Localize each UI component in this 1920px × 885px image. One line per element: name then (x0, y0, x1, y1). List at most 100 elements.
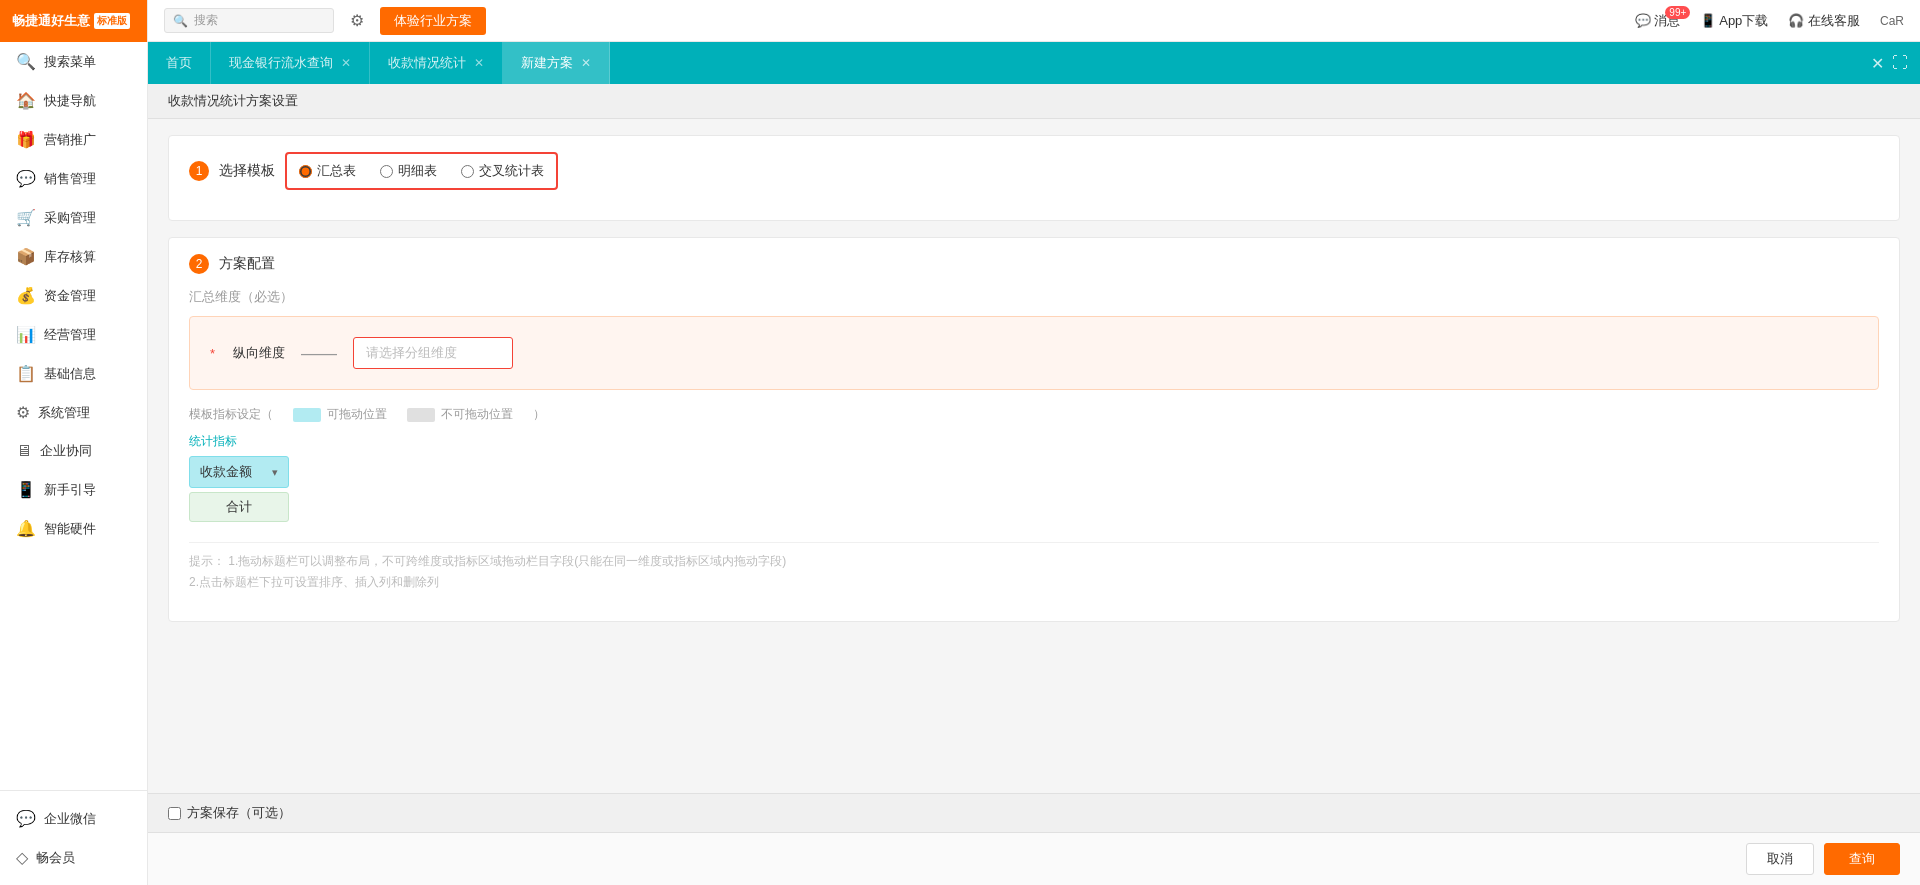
radio-summary-label: 汇总表 (317, 162, 356, 180)
hardware-icon: 🔔 (16, 519, 36, 538)
sidebar-item-quick-nav[interactable]: 🏠 快捷导航 (0, 81, 147, 120)
tab-collection-stat-close[interactable]: ✕ (474, 56, 484, 70)
radio-detail-input[interactable] (380, 165, 393, 178)
sidebar-item-enterprise[interactable]: 🖥 企业协同 (0, 432, 147, 470)
search-icon: 🔍 (173, 14, 188, 28)
radio-summary[interactable]: 汇总表 (299, 162, 356, 180)
tab-new-plan-close[interactable]: ✕ (581, 56, 591, 70)
tip-1-text: 提示： 1.拖动标题栏可以调整布局，不可跨维度或指标区域拖动栏目字段(只能在同一… (189, 554, 786, 568)
sidebar-logo: 畅捷通好生意 标准版 (0, 0, 147, 42)
indicator-tag-collection[interactable]: 收款金额 ▾ (189, 456, 289, 488)
step2-title: 方案配置 (219, 255, 275, 273)
sidebar-item-hardware[interactable]: 🔔 智能硬件 (0, 509, 147, 548)
indicator-title-text: 模板指标设定（ (189, 406, 273, 423)
notif-badge: 99+ (1665, 6, 1690, 19)
dim-arrow: —— (301, 343, 337, 364)
gear-icon[interactable]: ⚙ (350, 11, 364, 30)
sidebar-bottom: 💬 企业微信 ◇ 畅会员 (0, 790, 147, 885)
notification-btn[interactable]: 💬 消息 99+ (1635, 12, 1681, 30)
purchase-icon: 🛒 (16, 208, 36, 227)
sidebar-item-funds[interactable]: 💰 资金管理 (0, 276, 147, 315)
topbar-right: 💬 消息 99+ 📱 App下载 🎧 在线客服 CaR (1635, 12, 1904, 30)
sidebar-label: 智能硬件 (44, 520, 96, 538)
industry-btn[interactable]: 体验行业方案 (380, 7, 486, 35)
tab-new-plan[interactable]: 新建方案 ✕ (503, 42, 610, 84)
tab-home[interactable]: 首页 (148, 42, 211, 84)
sidebar-item-marketing[interactable]: 🎁 营销推广 (0, 120, 147, 159)
indicator-subtag-label: 合计 (226, 499, 252, 514)
sidebar-label: 快捷导航 (44, 92, 96, 110)
step1-title: 选择模板 (219, 162, 275, 180)
tabbar-actions: ✕ ⛶ (1859, 42, 1920, 84)
sidebar-item-inventory[interactable]: 📦库存核算 (0, 237, 147, 276)
dimension-select[interactable]: 请选择分组维度 (353, 337, 513, 369)
sidebar-label: 企业协同 (40, 442, 92, 460)
online-service-btn[interactable]: 🎧 在线客服 (1788, 12, 1860, 30)
sidebar-label: 库存核算 (44, 248, 96, 266)
sidebar-item-system[interactable]: ⚙系统管理 (0, 393, 147, 432)
tab-collection-stat[interactable]: 收款情况统计 ✕ (370, 42, 503, 84)
step1-badge: 1 (189, 161, 209, 181)
funds-icon: 💰 (16, 286, 36, 305)
radio-detail-label: 明细表 (398, 162, 437, 180)
tab-bank-flow-label: 现金银行流水查询 (229, 54, 333, 72)
tab-bank-flow-close[interactable]: ✕ (341, 56, 351, 70)
radio-summary-input[interactable] (299, 165, 312, 178)
nodrag-badge: 不可拖动位置 (407, 406, 513, 423)
step1-header: 1 选择模板 汇总表 明细表 交叉统计表 (189, 152, 1879, 190)
tab-new-plan-label: 新建方案 (521, 54, 573, 72)
dimension-label-text: 汇总维度（必选） (189, 289, 293, 304)
sidebar-label: 营销推广 (44, 131, 96, 149)
sidebar-label: 搜索菜单 (44, 53, 96, 71)
template-options: 汇总表 明细表 交叉统计表 (285, 152, 558, 190)
cancel-button[interactable]: 取消 (1746, 843, 1814, 875)
sidebar-item-operation[interactable]: 📊经营管理 (0, 315, 147, 354)
sidebar-item-sales[interactable]: 💬销售管理 (0, 159, 147, 198)
vertical-dim-label: 纵向维度 (233, 344, 285, 362)
search-box[interactable]: 🔍 搜索 (164, 8, 334, 33)
enterprise-icon: 🖥 (16, 442, 32, 460)
sidebar-item-basic-info[interactable]: 📋 基础信息 (0, 354, 147, 393)
nodrag-label: 不可拖动位置 (441, 406, 513, 423)
sidebar-item-guide[interactable]: 📱新手引导 (0, 470, 147, 509)
quick-nav-icon: 🏠 (16, 91, 36, 110)
dimension-area: * 纵向维度 —— 请选择分组维度 (189, 316, 1879, 390)
query-button[interactable]: 查询 (1824, 843, 1900, 875)
sidebar-label: 基础信息 (44, 365, 96, 383)
radio-cross[interactable]: 交叉统计表 (461, 162, 544, 180)
radio-detail[interactable]: 明细表 (380, 162, 437, 180)
action-bar: 取消 查询 (148, 832, 1920, 885)
system-icon: ⚙ (16, 403, 30, 422)
tab-bank-flow[interactable]: 现金银行流水查询 ✕ (211, 42, 370, 84)
close-all-icon[interactable]: ✕ (1871, 54, 1884, 73)
draggable-badge: 可拖动位置 (293, 406, 387, 423)
app-download-btn[interactable]: 📱 App下载 (1700, 12, 1768, 30)
dimension-label: 汇总维度（必选） (189, 288, 1879, 306)
step2-badge: 2 (189, 254, 209, 274)
nodrag-color-swatch (407, 408, 435, 422)
sidebar-item-search-menu[interactable]: 🔍 搜索菜单 (0, 42, 147, 81)
tip-2: 2.点击标题栏下拉可设置排序、插入列和删除列 (189, 574, 1879, 591)
page-header: 收款情况统计方案设置 (148, 84, 1920, 119)
indicator-subtag: 合计 (189, 492, 289, 522)
expand-icon[interactable]: ⛶ (1892, 54, 1908, 72)
sidebar-item-purchase[interactable]: 🛒采购管理 (0, 198, 147, 237)
indicator-section: 模板指标设定（ 可拖动位置 不可拖动位置 ） 统计指标 (189, 406, 1879, 605)
sidebar-label: 经营管理 (44, 326, 96, 344)
indicator-header: 模板指标设定（ 可拖动位置 不可拖动位置 ） (189, 406, 1879, 423)
save-label: 方案保存（可选） (187, 804, 291, 822)
sidebar: 畅捷通好生意 标准版 🔍 搜索菜单 🏠 快捷导航 🎁 营销推广 💬销售管理🛒采购管理📦库存核… (0, 0, 148, 885)
marketing-icon: 🎁 (16, 130, 36, 149)
search-menu-icon: 🔍 (16, 52, 36, 71)
sidebar-item-member[interactable]: ◇ 畅会员 (0, 838, 147, 877)
basic-info-icon: 📋 (16, 364, 36, 383)
sidebar-item-wechat[interactable]: 💬 企业微信 (0, 799, 147, 838)
tip-1: 提示： 1.拖动标题栏可以调整布局，不可跨维度或指标区域拖动栏目字段(只能在同一… (189, 553, 1879, 570)
topbar: 🔍 搜索 ⚙ 体验行业方案 💬 消息 99+ 📱 App下载 🎧 在线客服 Ca… (148, 0, 1920, 42)
radio-cross-input[interactable] (461, 165, 474, 178)
sidebar-label: 资金管理 (44, 287, 96, 305)
save-checkbox[interactable] (168, 807, 181, 820)
tabbar: 首页 现金银行流水查询 ✕ 收款情况统计 ✕ 新建方案 ✕ ✕ ⛶ (148, 42, 1920, 84)
sidebar-label: 销售管理 (44, 170, 96, 188)
save-option[interactable]: 方案保存（可选） (168, 804, 291, 822)
